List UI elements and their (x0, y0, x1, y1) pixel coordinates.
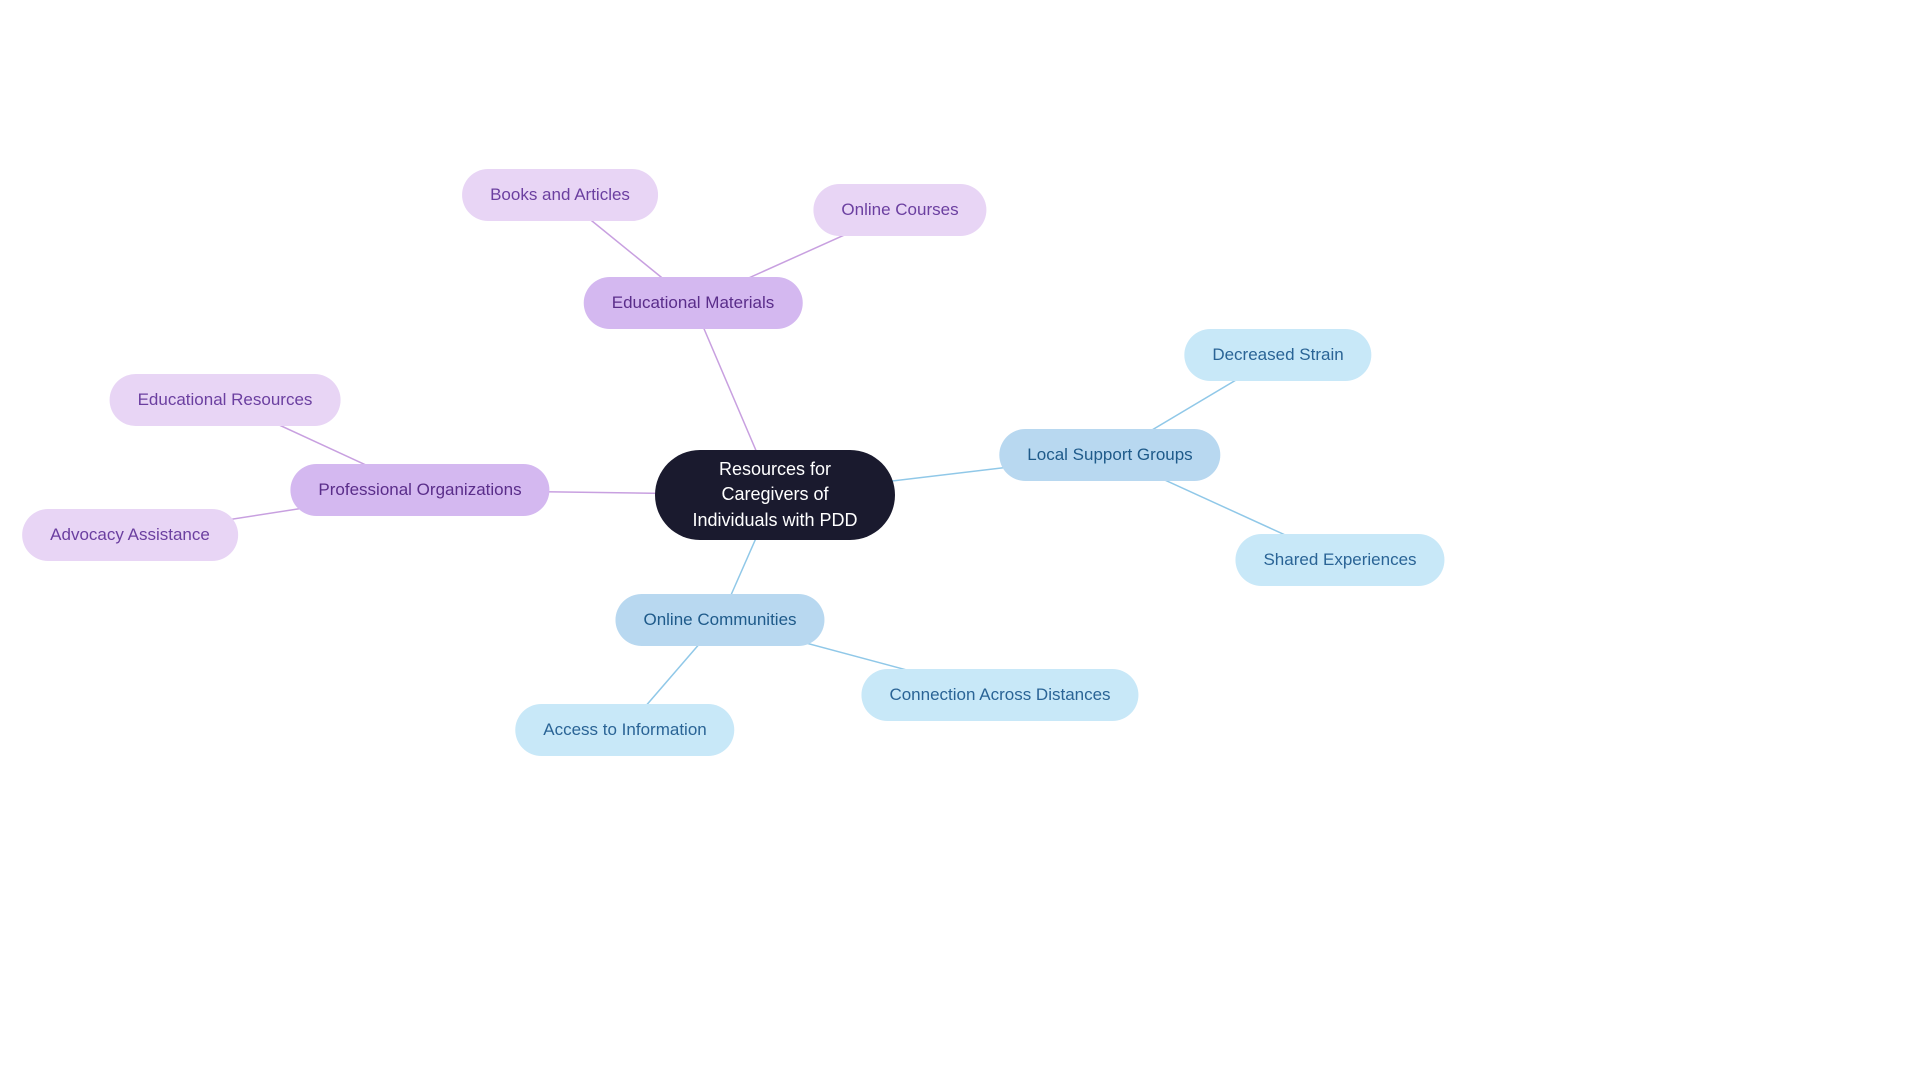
online-courses-node[interactable]: Online Courses (813, 184, 986, 236)
connection-across-distances-node[interactable]: Connection Across Distances (861, 669, 1138, 721)
connections-svg (0, 0, 1920, 1083)
educational-resources-node[interactable]: Educational Resources (110, 374, 341, 426)
professional-orgs-node[interactable]: Professional Organizations (290, 464, 549, 516)
books-articles-node[interactable]: Books and Articles (462, 169, 658, 221)
center-node[interactable]: Resources for Caregivers of Individuals … (655, 450, 895, 540)
mindmap-container: Resources for Caregivers of Individuals … (0, 0, 1920, 1083)
advocacy-assistance-node[interactable]: Advocacy Assistance (22, 509, 238, 561)
local-support-groups-node[interactable]: Local Support Groups (999, 429, 1220, 481)
access-to-information-node[interactable]: Access to Information (515, 704, 734, 756)
online-communities-node[interactable]: Online Communities (615, 594, 824, 646)
decreased-strain-node[interactable]: Decreased Strain (1184, 329, 1371, 381)
educational-materials-node[interactable]: Educational Materials (584, 277, 803, 329)
shared-experiences-node[interactable]: Shared Experiences (1235, 534, 1444, 586)
